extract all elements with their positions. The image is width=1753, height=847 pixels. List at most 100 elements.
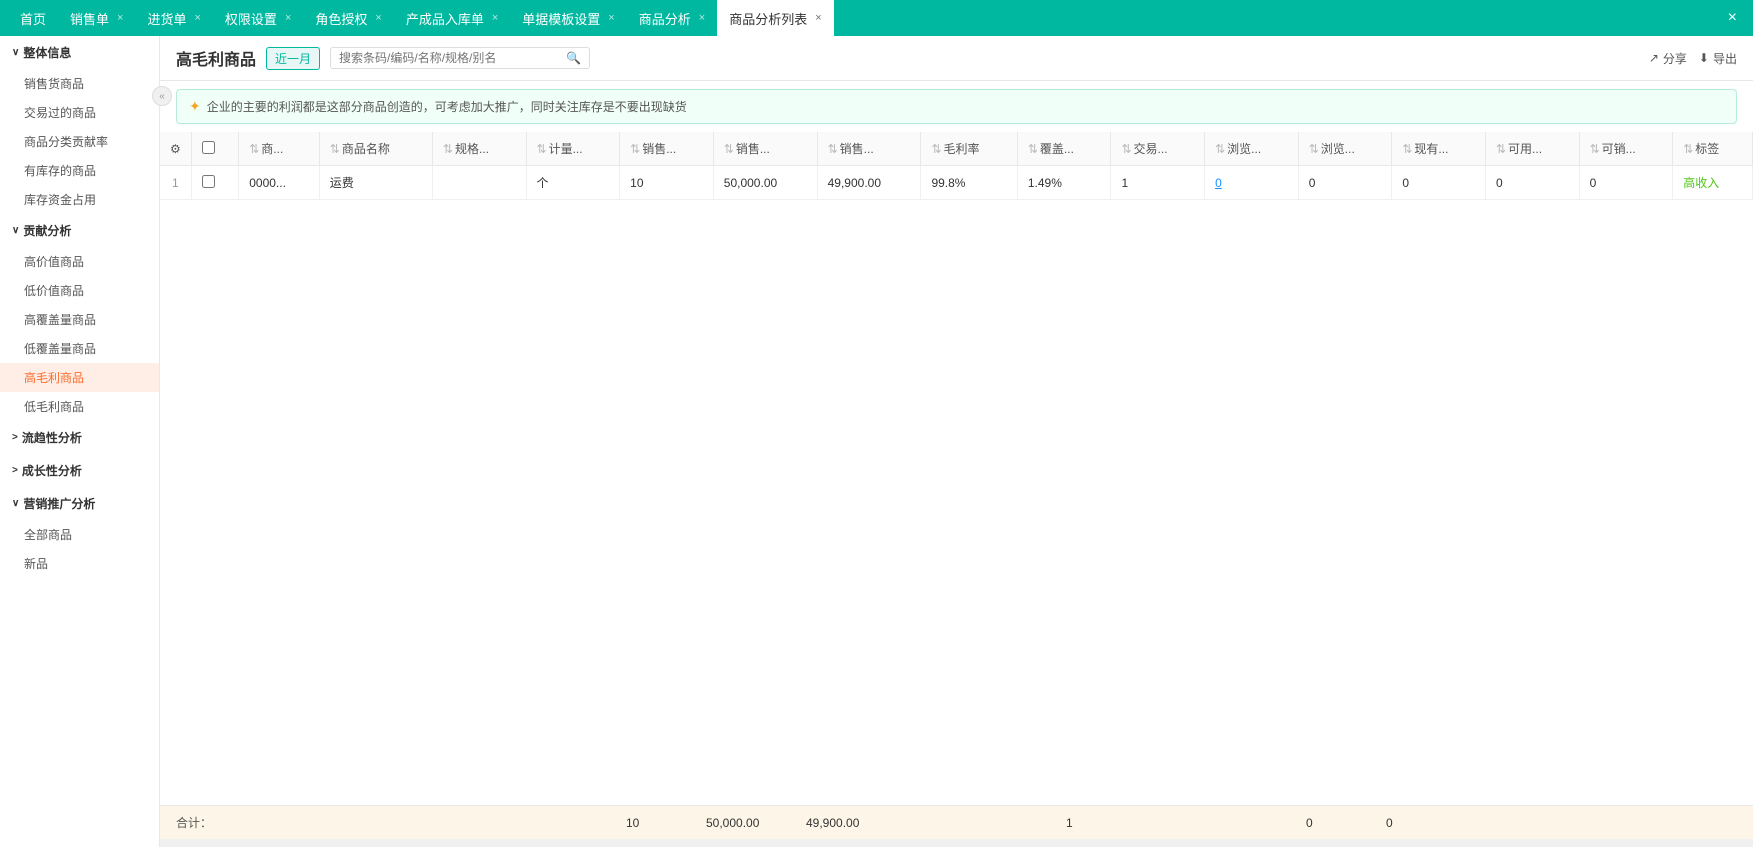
col-sort-icon: ⇅ (1590, 142, 1600, 156)
col-header-unit[interactable]: ⇅计量... (526, 132, 620, 166)
col-sort-icon: ⇅ (931, 142, 941, 156)
nav-tab-close-permission-settings[interactable]: × (285, 12, 291, 24)
row-code: 0000... (239, 166, 320, 200)
col-header-name[interactable]: ⇅商品名称 (319, 132, 432, 166)
col-header-tag[interactable]: ⇅标签 (1673, 132, 1753, 166)
search-input[interactable] (339, 51, 562, 65)
col-header-browse2[interactable]: ⇅浏览... (1298, 132, 1392, 166)
sidebar-collapse-button[interactable]: « (152, 86, 172, 106)
row-cover: 1.49% (1017, 166, 1111, 200)
col-sort-icon: ⇅ (330, 142, 340, 156)
footer-cell-7: 50,000.00 (696, 816, 796, 830)
row-available: 0 (1485, 166, 1579, 200)
select-all-checkbox[interactable] (202, 141, 215, 154)
sidebar-item-high-value[interactable]: 高价值商品 (0, 247, 159, 276)
sidebar-item-all-goods[interactable]: 全部商品 (0, 520, 159, 549)
col-header-available[interactable]: ⇅可用... (1485, 132, 1579, 166)
col-sort-icon: ⇅ (724, 142, 734, 156)
share-button[interactable]: ↗ 分享 (1649, 50, 1687, 67)
nav-tab-close-purchase-order[interactable]: × (194, 12, 200, 24)
sidebar-item-inventory-goods[interactable]: 有库存的商品 (0, 156, 159, 185)
col-header-sellable[interactable]: ⇅可销... (1579, 132, 1673, 166)
col-header-code[interactable]: ⇅商... (239, 132, 320, 166)
row-trade: 1 (1111, 166, 1205, 200)
nav-tab-close-sales-order[interactable]: × (117, 12, 123, 24)
nav-tab-home[interactable]: 首页 (8, 0, 58, 36)
arrow-icon: > (12, 432, 18, 443)
col-sort-icon: ⇅ (630, 142, 640, 156)
nav-tab-sales-order[interactable]: 销售单× (58, 0, 135, 36)
footer-cell-8: 49,900.00 (796, 816, 896, 830)
footer-cell-13 (1216, 816, 1296, 830)
sidebar-item-high-freq[interactable]: 高覆盖量商品 (0, 305, 159, 334)
sidebar-item-sales-goods[interactable]: 销售货商品 (0, 69, 159, 98)
row-current: 0 (1392, 166, 1486, 200)
row-sales-qty: 10 (620, 166, 714, 200)
period-button[interactable]: 近一月 (266, 47, 320, 70)
col-header-current[interactable]: ⇅现有... (1392, 132, 1486, 166)
footer-cell-0 (256, 816, 306, 830)
footer-cell-6: 10 (616, 816, 696, 830)
col-header-settings[interactable]: ⚙ (160, 132, 191, 166)
sidebar-item-low-freq[interactable]: 低覆盖量商品 (0, 334, 159, 363)
col-header-sales-qty[interactable]: ⇅销售... (620, 132, 714, 166)
nav-tab-close-product-warehouse[interactable]: × (492, 12, 498, 24)
sidebar-group-growth-analysis[interactable]: >成长性分析 (0, 454, 159, 487)
sidebar-group-overall-info[interactable]: ∨整体信息 (0, 36, 159, 69)
nav-tab-close-role-permissions[interactable]: × (375, 12, 381, 24)
row-sales-amount: 50,000.00 (713, 166, 817, 200)
nav-tab-product-analysis[interactable]: 商品分析× (627, 0, 717, 36)
sidebar-item-high-margin[interactable]: 高毛利商品 (0, 363, 159, 392)
sidebar-item-goods-contrib[interactable]: 商品分类贡献率 (0, 127, 159, 156)
row-margin-rate: 99.8% (921, 166, 1017, 200)
footer-cell-12 (1136, 816, 1216, 830)
footer-cell-15: 0 (1376, 816, 1456, 830)
close-all-button[interactable]: × (1720, 9, 1745, 27)
nav-tab-permission-settings[interactable]: 权限设置× (213, 0, 303, 36)
row-checkbox[interactable] (202, 175, 215, 188)
nav-tab-product-warehouse[interactable]: 产成品入库单× (394, 0, 510, 36)
content-header: 高毛利商品 近一月 🔍 ↗ 分享 ⬇ 导出 (160, 36, 1753, 81)
col-header-cover[interactable]: ⇅覆盖... (1017, 132, 1111, 166)
nav-tab-product-analysis-list[interactable]: 商品分析列表× (717, 0, 833, 36)
col-sort-icon: ⇅ (537, 142, 547, 156)
sidebar-item-inventory-ratio[interactable]: 库存资金占用 (0, 185, 159, 214)
search-box: 🔍 (330, 47, 590, 69)
sidebar-item-low-margin[interactable]: 低毛利商品 (0, 392, 159, 421)
share-icon: ↗ (1649, 51, 1659, 65)
col-sort-icon: ⇅ (443, 142, 453, 156)
sidebar-group-wealth-analysis[interactable]: ∨贡献分析 (0, 214, 159, 247)
col-header-sales-amount[interactable]: ⇅销售... (713, 132, 817, 166)
col-header-trade[interactable]: ⇅交易... (1111, 132, 1205, 166)
row-name: 运费 (319, 166, 432, 200)
col-sort-icon: ⇅ (1215, 142, 1225, 156)
row-checkbox-cell[interactable] (191, 166, 238, 200)
nav-tab-close-template-settings[interactable]: × (608, 12, 614, 24)
footer-cell-4 (506, 816, 566, 830)
col-header-checkbox[interactable] (191, 132, 238, 166)
nav-tab-purchase-order[interactable]: 进货单× (135, 0, 212, 36)
table-body: 10000...运费个1050,000.0049,900.0099.8%1.49… (160, 166, 1753, 200)
table-container: ⚙⇅商...⇅商品名称⇅规格...⇅计量...⇅销售...⇅销售...⇅销售..… (160, 132, 1753, 805)
nav-tab-template-settings[interactable]: 单据模板设置× (510, 0, 626, 36)
footer-cell-16 (1456, 816, 1536, 830)
col-header-sales-cost[interactable]: ⇅销售... (817, 132, 921, 166)
col-header-spec[interactable]: ⇅规格... (432, 132, 526, 166)
col-sort-icon: ⇅ (828, 142, 838, 156)
sidebar-item-new-goods[interactable]: 新品 (0, 549, 159, 578)
nav-tab-close-product-analysis[interactable]: × (699, 12, 705, 24)
sidebar-group-trend-analysis[interactable]: >流趋性分析 (0, 421, 159, 454)
col-header-margin-rate[interactable]: ⇅毛利率 (921, 132, 1017, 166)
horizontal-scrollbar[interactable] (160, 839, 1753, 847)
footer-cell-14: 0 (1296, 816, 1376, 830)
nav-tab-close-product-analysis-list[interactable]: × (815, 12, 821, 24)
export-button[interactable]: ⬇ 导出 (1699, 50, 1737, 67)
sidebar-item-low-value[interactable]: 低价值商品 (0, 276, 159, 305)
nav-tab-role-permissions[interactable]: 角色授权× (303, 0, 393, 36)
row-tag: 高收入 (1673, 166, 1753, 200)
sidebar-item-traded-goods[interactable]: 交易过的商品 (0, 98, 159, 127)
col-header-browse1[interactable]: ⇅浏览... (1205, 132, 1299, 166)
browse1-link[interactable]: 0 (1215, 176, 1222, 190)
sidebar-group-marketing-analysis[interactable]: ∨营销推广分析 (0, 487, 159, 520)
search-icon[interactable]: 🔍 (566, 51, 581, 65)
